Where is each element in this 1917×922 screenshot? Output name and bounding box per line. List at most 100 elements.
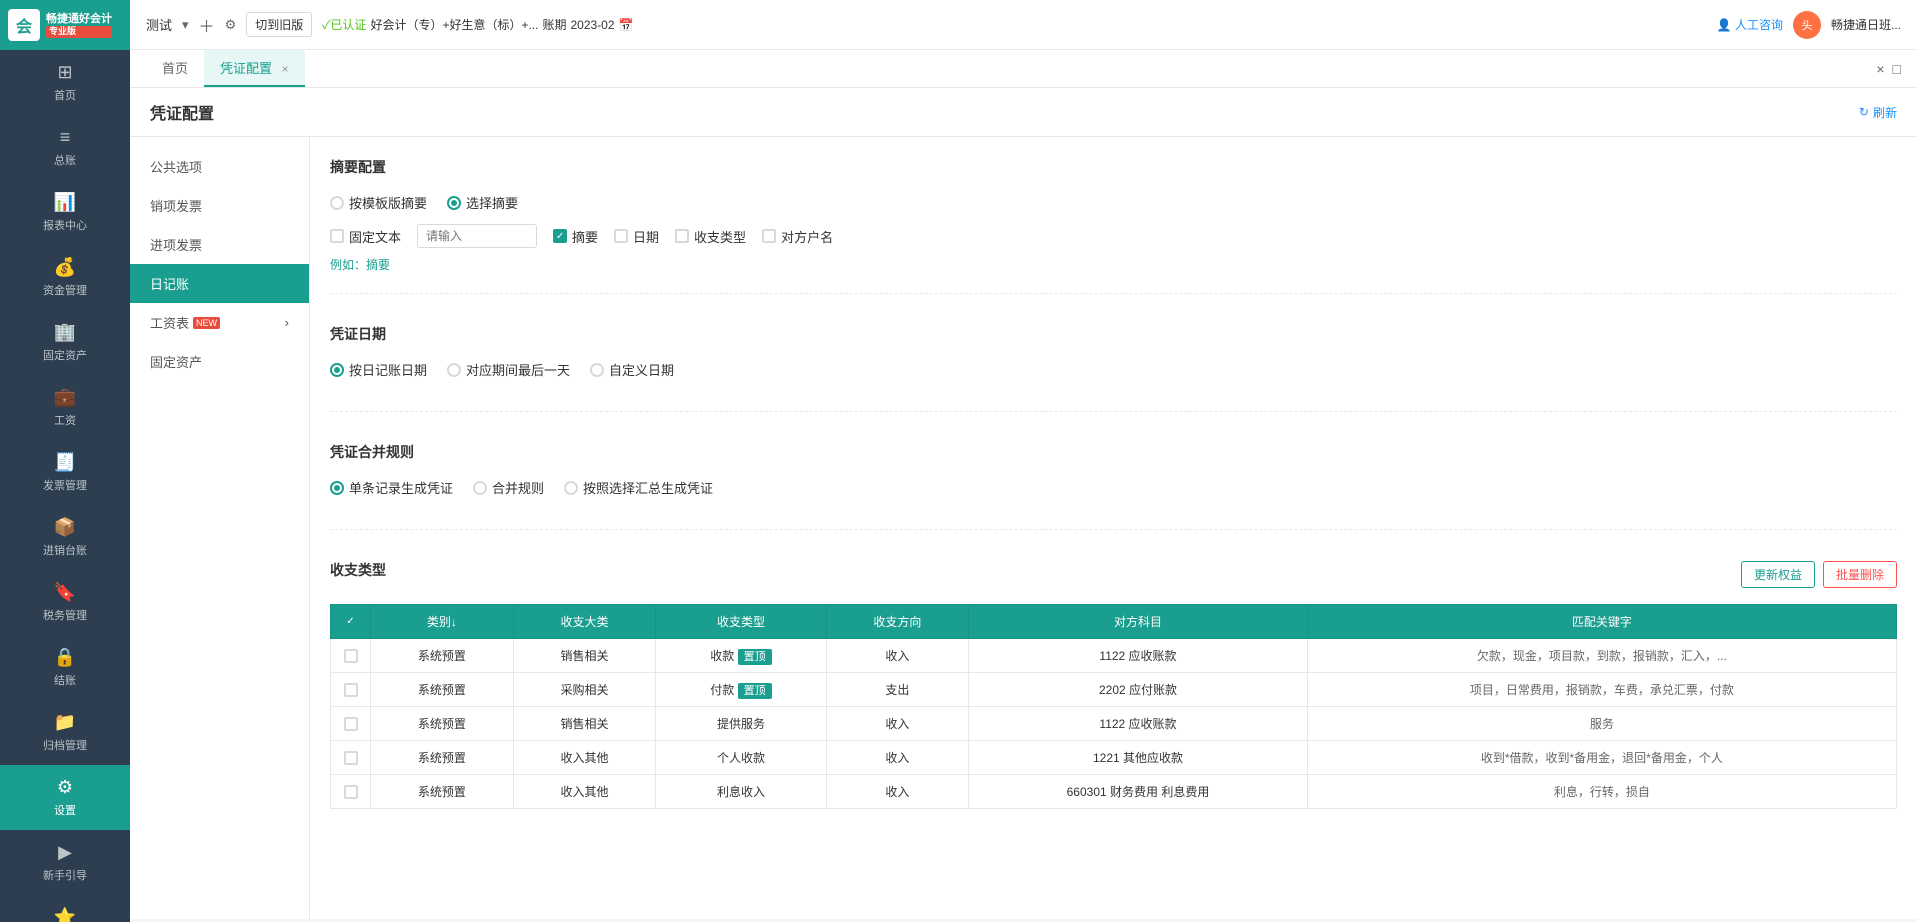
checkbox-date[interactable]: 日期: [614, 227, 659, 246]
sidebar-item-assets[interactable]: 🏢 固定资产: [0, 310, 130, 375]
sidebar-label-close: 结账: [54, 672, 76, 688]
sidebar-label-ledger: 总账: [54, 152, 76, 168]
sidebar-item-invoices[interactable]: 🧾 发票管理: [0, 440, 130, 505]
radio-circle-journal: [330, 363, 344, 377]
fixed-text-input[interactable]: [417, 224, 537, 248]
nav-item-purchase-invoice[interactable]: 进项发票: [130, 225, 309, 264]
content-layout: 公共选项 销项发票 进项发票 日记账 工资表 NEW › 固定资产 摘要配置: [130, 137, 1917, 919]
sidebar-item-funds[interactable]: 💰 资金管理: [0, 245, 130, 310]
sidebar-item-archive[interactable]: 📁 归档管理: [0, 700, 130, 765]
tax-icon: 🔖: [54, 582, 76, 603]
sidebar-item-close[interactable]: 🔒 结账: [0, 635, 130, 700]
radio-label-summary-total: 按照选择汇总生成凭证: [583, 478, 713, 497]
payroll-table-label: 工资表: [150, 313, 189, 332]
radio-circle-period: [447, 363, 461, 377]
batch-delete-button[interactable]: 批量删除: [1823, 561, 1897, 588]
radio-template-summary[interactable]: 按模板版摘要: [330, 193, 427, 212]
table-row: 系统预置 销售相关 收款 置顶 收入 1122 应收账款 欠款，现金，项目款，到…: [331, 639, 1897, 673]
row-direction-1: 支出: [826, 673, 969, 707]
sidebar-item-guide[interactable]: ▶ 新手引导: [0, 830, 130, 895]
voucher-date-radio-group: 按日记账日期 对应期间最后一天 自定义日期: [330, 360, 1897, 379]
row-type-1: 付款 置顶: [656, 673, 826, 707]
merge-rules-radio-group: 单条记录生成凭证 合并规则 按照选择汇总生成凭证: [330, 478, 1897, 497]
row-account-4: 660301 财务费用 利息费用: [969, 775, 1307, 809]
income-expense-section: 收支类型 更新权益 批量删除: [330, 560, 1897, 829]
row-direction-2: 收入: [826, 707, 969, 741]
checkbox-box-date: [614, 229, 628, 243]
maximize-tab-button[interactable]: □: [1893, 61, 1901, 77]
radio-journal-date[interactable]: 按日记账日期: [330, 360, 427, 379]
checkbox-box-fixed: [330, 229, 344, 243]
row-account-1: 2202 应付账款: [969, 673, 1307, 707]
row-direction-0: 收入: [826, 639, 969, 673]
tab-actions: × □: [1876, 61, 1901, 77]
company-dropdown[interactable]: ▾: [182, 17, 189, 33]
radio-merge[interactable]: 合并规则: [473, 478, 544, 497]
row-checkbox-1[interactable]: [331, 673, 371, 707]
tab-home[interactable]: 首页: [146, 50, 204, 87]
help-button[interactable]: 👤 人工咨询: [1717, 16, 1783, 33]
row-major-2: 销售相关: [513, 707, 656, 741]
settings-button[interactable]: ⚙: [225, 17, 237, 33]
select-all-checkbox[interactable]: [344, 615, 358, 629]
radio-custom-date[interactable]: 自定义日期: [590, 360, 674, 379]
sidebar-item-member[interactable]: ⭐ 畅会员: [0, 895, 130, 922]
radio-select-summary[interactable]: 选择摘要: [447, 193, 518, 212]
summary-radio-group: 按模板版摘要 选择摘要: [330, 193, 1897, 212]
checkbox-type[interactable]: 收支类型: [675, 227, 746, 246]
header-tags: ✓已认证 好会计（专）+好生意（标）+... 账期 2023-02 📅: [322, 16, 633, 33]
sidebar-label-guide: 新手引导: [43, 867, 87, 883]
certified-tag: ✓已认证: [322, 16, 366, 33]
close-tab-button[interactable]: ×: [1876, 61, 1884, 77]
sidebar-label-tax: 税务管理: [43, 607, 87, 623]
nav-item-journal[interactable]: 日记账: [130, 264, 309, 303]
radio-circle-summary-total: [564, 481, 578, 495]
sidebar-item-payroll[interactable]: 💼 工资: [0, 375, 130, 440]
sidebar-item-reports[interactable]: 📊 报表中心: [0, 180, 130, 245]
guide-icon: ▶: [58, 842, 72, 863]
radio-single[interactable]: 单条记录生成凭证: [330, 478, 453, 497]
refresh-button[interactable]: ↻ 刷新: [1859, 104, 1897, 121]
sidebar-item-ledger[interactable]: ≡ 总账: [0, 115, 130, 180]
calendar-icon[interactable]: 📅: [619, 18, 634, 32]
row-major-4: 收入其他: [513, 775, 656, 809]
sidebar-item-tax[interactable]: 🔖 税务管理: [0, 570, 130, 635]
table-row: 系统预置 收入其他 个人收款 收入 1221 其他应收款 收到*借款，收到*备用…: [331, 741, 1897, 775]
row-checkbox-4[interactable]: [331, 775, 371, 809]
th-major: 收支大类: [513, 605, 656, 639]
radio-period-last[interactable]: 对应期间最后一天: [447, 360, 570, 379]
add-button[interactable]: ＋: [199, 13, 215, 37]
page-title: 凭证配置: [150, 100, 214, 124]
tab-close-icon[interactable]: ×: [282, 62, 289, 76]
checkbox-counterpart[interactable]: 对方户名: [762, 227, 833, 246]
checkbox-box-type: [675, 229, 689, 243]
username[interactable]: 畅捷通日班...: [1831, 16, 1901, 33]
ledger-icon: ≡: [60, 127, 71, 148]
sidebar-label-archive: 归档管理: [43, 737, 87, 753]
th-checkbox[interactable]: [331, 605, 371, 639]
type-tag-0[interactable]: 置顶: [738, 649, 772, 665]
tab-voucher-config[interactable]: 凭证配置 ×: [204, 50, 305, 87]
sidebar-item-home[interactable]: ⊞ 首页: [0, 50, 130, 115]
row-checkbox-3[interactable]: [331, 741, 371, 775]
sidebar-item-settings[interactable]: ⚙ 设置: [0, 765, 130, 830]
checkbox-summary[interactable]: 摘要: [553, 227, 598, 246]
nav-item-sales-invoice[interactable]: 销项发票: [130, 186, 309, 225]
radio-summary-total[interactable]: 按照选择汇总生成凭证: [564, 478, 713, 497]
row-type-2: 提供服务: [656, 707, 826, 741]
row-checkbox-2[interactable]: [331, 707, 371, 741]
update-equity-button[interactable]: 更新权益: [1741, 561, 1815, 588]
row-checkbox-0[interactable]: [331, 639, 371, 673]
switch-version-button[interactable]: 切到旧版: [246, 12, 312, 37]
table-row: 系统预置 收入其他 利息收入 收入 660301 财务费用 利息费用 利息，行转…: [331, 775, 1897, 809]
member-icon: ⭐: [54, 907, 76, 922]
nav-item-public[interactable]: 公共选项: [130, 147, 309, 186]
nav-item-fixed-assets[interactable]: 固定资产: [130, 342, 309, 381]
type-tag-1[interactable]: 置顶: [738, 683, 772, 699]
nav-item-payroll-table[interactable]: 工资表 NEW ›: [130, 303, 309, 342]
row-keywords-4: 利息，行转，损自: [1307, 775, 1896, 809]
checkbox-fixed-text[interactable]: 固定文本: [330, 227, 401, 246]
sidebar-item-purchase[interactable]: 📦 进销台账: [0, 505, 130, 570]
row-keywords-0: 欠款，现金，项目款，到款，报销款，汇入，...: [1307, 639, 1896, 673]
row-direction-3: 收入: [826, 741, 969, 775]
